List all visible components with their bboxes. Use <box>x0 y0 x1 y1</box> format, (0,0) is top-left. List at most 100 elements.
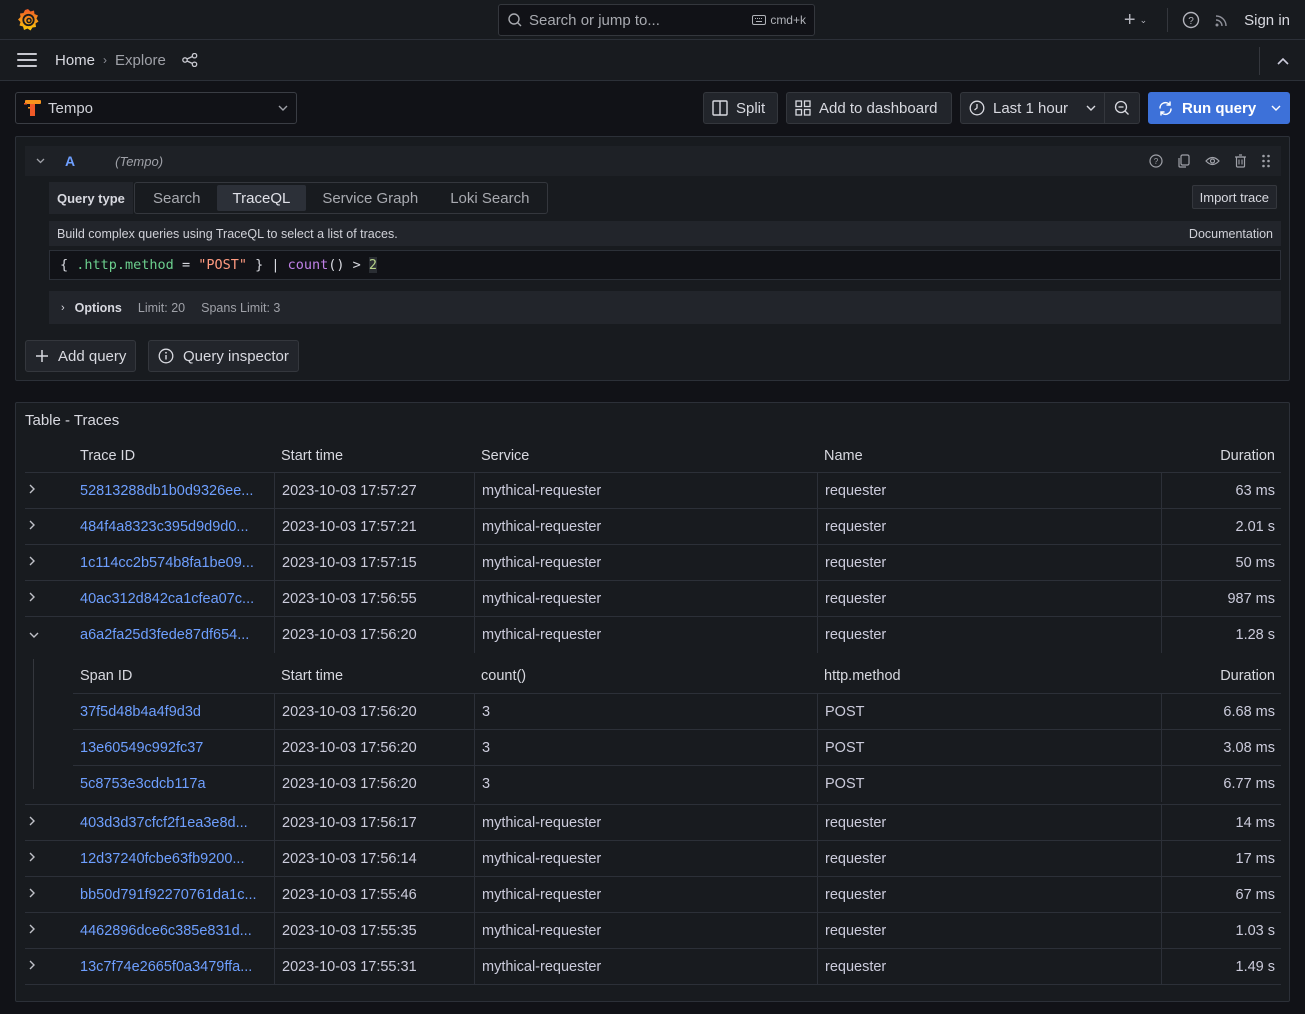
expand-row-button[interactable] <box>25 617 73 653</box>
expand-row-button[interactable] <box>25 473 73 508</box>
span-row[interactable]: 5c8753e3cdcb117a 2023-10-03 17:56:20 3 P… <box>73 766 1281 802</box>
table-row[interactable]: a6a2fa25d3fede87df654... 2023-10-03 17:5… <box>25 617 1281 653</box>
remove-query-button[interactable] <box>1234 154 1247 168</box>
span-id-link[interactable]: 13e60549c992fc37 <box>73 730 274 765</box>
trace-id-link[interactable]: a6a2fa25d3fede87df654... <box>73 617 274 653</box>
expand-row-button[interactable] <box>25 805 73 840</box>
run-query-button[interactable]: Run query <box>1148 92 1290 124</box>
search-shortcut: cmd+k <box>752 13 806 27</box>
share-button[interactable] <box>182 53 198 67</box>
chevron-right-icon <box>29 556 35 569</box>
sign-in-link[interactable]: Sign in <box>1244 12 1290 29</box>
column-header-span-duration[interactable]: Duration <box>1161 658 1281 693</box>
service-cell: mythical-requester <box>474 877 817 912</box>
column-header-duration[interactable]: Duration <box>1161 439 1281 472</box>
news-button[interactable] <box>1214 12 1230 28</box>
column-header-http-method[interactable]: http.method <box>817 658 1161 693</box>
table-row[interactable]: bb50d791f92270761da1c... 2023-10-03 17:5… <box>25 877 1281 913</box>
query-type-loki-search[interactable]: Loki Search <box>434 185 545 211</box>
new-button[interactable]: + ⌄ <box>1124 9 1147 32</box>
name-cell: requester <box>817 841 1161 876</box>
trace-id-link[interactable]: 13c7f74e2665f0a3479ffa... <box>73 949 274 984</box>
search-input[interactable]: Search or jump to... cmd+k <box>498 4 815 36</box>
add-to-dashboard-button[interactable]: Add to dashboard <box>786 92 952 124</box>
name-cell: requester <box>817 949 1161 984</box>
expand-row-button[interactable] <box>25 545 73 580</box>
name-cell: requester <box>817 581 1161 616</box>
chevron-down-icon <box>278 103 288 114</box>
trace-id-link[interactable]: bb50d791f92270761da1c... <box>73 877 274 912</box>
table-row[interactable]: 52813288db1b0d9326ee... 2023-10-03 17:57… <box>25 473 1281 509</box>
traceql-editor[interactable]: { .http.method = "POST" } | count() > 2 <box>49 250 1281 280</box>
expand-row-button[interactable] <box>25 913 73 948</box>
expand-row-button[interactable] <box>25 581 73 616</box>
trace-id-link[interactable]: 484f4a8323c395d9d9d0... <box>73 509 274 544</box>
plus-icon <box>36 350 48 362</box>
span-row[interactable]: 37f5d48b4a4f9d3d 2023-10-03 17:56:20 3 P… <box>73 694 1281 730</box>
column-header-span-start-time[interactable]: Start time <box>274 658 474 693</box>
help-circle-icon: ? <box>1149 154 1163 168</box>
expand-row-button[interactable] <box>25 949 73 984</box>
options-toggle[interactable]: › Options Limit: 20 Spans Limit: 3 <box>49 291 1281 324</box>
expand-row-button[interactable] <box>25 509 73 544</box>
import-trace-button[interactable]: Import trace <box>1191 185 1277 209</box>
drag-handle-icon <box>1262 154 1270 168</box>
collapse-button[interactable] <box>1259 47 1305 75</box>
query-help-button[interactable]: ? <box>1149 154 1163 168</box>
datasource-picker[interactable]: Tempo <box>15 92 297 124</box>
table-row[interactable]: 484f4a8323c395d9d9d0... 2023-10-03 17:57… <box>25 509 1281 545</box>
add-query-button[interactable]: Add query <box>25 340 137 372</box>
expand-row-button[interactable] <box>25 841 73 876</box>
breadcrumb-home[interactable]: Home <box>55 52 95 69</box>
chevron-down-icon[interactable] <box>1271 103 1281 114</box>
split-button[interactable]: Split <box>703 92 778 124</box>
start-time-cell: 2023-10-03 17:55:35 <box>274 913 474 948</box>
table-row[interactable]: 12d37240fcbe63fb9200... 2023-10-03 17:56… <box>25 841 1281 877</box>
trace-id-link[interactable]: 4462896dce6c385e831d... <box>73 913 274 948</box>
table-row[interactable]: 4462896dce6c385e831d... 2023-10-03 17:55… <box>25 913 1281 949</box>
drag-handle[interactable] <box>1261 154 1271 168</box>
token-attribute: .http.method <box>76 257 174 273</box>
query-type-traceql[interactable]: TraceQL <box>216 185 307 211</box>
time-range-picker[interactable]: Last 1 hour <box>960 92 1105 124</box>
column-header-service[interactable]: Service <box>474 439 817 472</box>
column-header-trace-id[interactable]: Trace ID <box>73 439 274 472</box>
name-cell: requester <box>817 617 1161 653</box>
table-row[interactable]: 1c114cc2b574b8fa1be09... 2023-10-03 17:5… <box>25 545 1281 581</box>
token-function: count <box>287 257 329 273</box>
help-button[interactable]: ? <box>1182 11 1200 29</box>
trash-icon <box>1235 154 1246 168</box>
hide-query-button[interactable] <box>1205 154 1220 168</box>
split-icon <box>712 100 728 116</box>
zoom-out-button[interactable] <box>1105 92 1140 124</box>
column-header-span-id[interactable]: Span ID <box>73 658 274 693</box>
span-id-link[interactable]: 5c8753e3cdcb117a <box>73 766 274 802</box>
trace-id-link[interactable]: 12d37240fcbe63fb9200... <box>73 841 274 876</box>
table-row[interactable]: 13c7f74e2665f0a3479ffa... 2023-10-03 17:… <box>25 949 1281 985</box>
column-header-start-time[interactable]: Start time <box>274 439 474 472</box>
span-row[interactable]: 13e60549c992fc37 2023-10-03 17:56:20 3 P… <box>73 730 1281 766</box>
query-type-service-graph[interactable]: Service Graph <box>306 185 434 211</box>
trace-id-link[interactable]: 52813288db1b0d9326ee... <box>73 473 274 508</box>
name-cell: requester <box>817 805 1161 840</box>
table-row[interactable]: 403d3d37cfcf2f1ea3e8d... 2023-10-03 17:5… <box>25 805 1281 841</box>
expand-row-button[interactable] <box>25 877 73 912</box>
query-type-search[interactable]: Search <box>137 185 217 211</box>
count-cell: 3 <box>474 766 817 802</box>
menu-icon[interactable] <box>17 53 37 67</box>
duration-cell: 1.28 s <box>1161 617 1281 653</box>
column-header-name[interactable]: Name <box>817 439 1161 472</box>
collapse-query-button[interactable] <box>36 156 45 167</box>
column-header-count[interactable]: count() <box>474 658 817 693</box>
grafana-logo-icon[interactable] <box>15 7 41 33</box>
service-cell: mythical-requester <box>474 581 817 616</box>
duplicate-query-button[interactable] <box>1177 154 1191 168</box>
trace-id-link[interactable]: 1c114cc2b574b8fa1be09... <box>73 545 274 580</box>
query-ref-id[interactable]: A <box>65 153 75 169</box>
trace-id-link[interactable]: 403d3d37cfcf2f1ea3e8d... <box>73 805 274 840</box>
trace-id-link[interactable]: 40ac312d842ca1cfea07c... <box>73 581 274 616</box>
table-row[interactable]: 40ac312d842ca1cfea07c... 2023-10-03 17:5… <box>25 581 1281 617</box>
query-inspector-button[interactable]: Query inspector <box>148 340 299 372</box>
span-id-link[interactable]: 37f5d48b4a4f9d3d <box>73 694 274 729</box>
documentation-link[interactable]: Documentation <box>1189 227 1273 241</box>
